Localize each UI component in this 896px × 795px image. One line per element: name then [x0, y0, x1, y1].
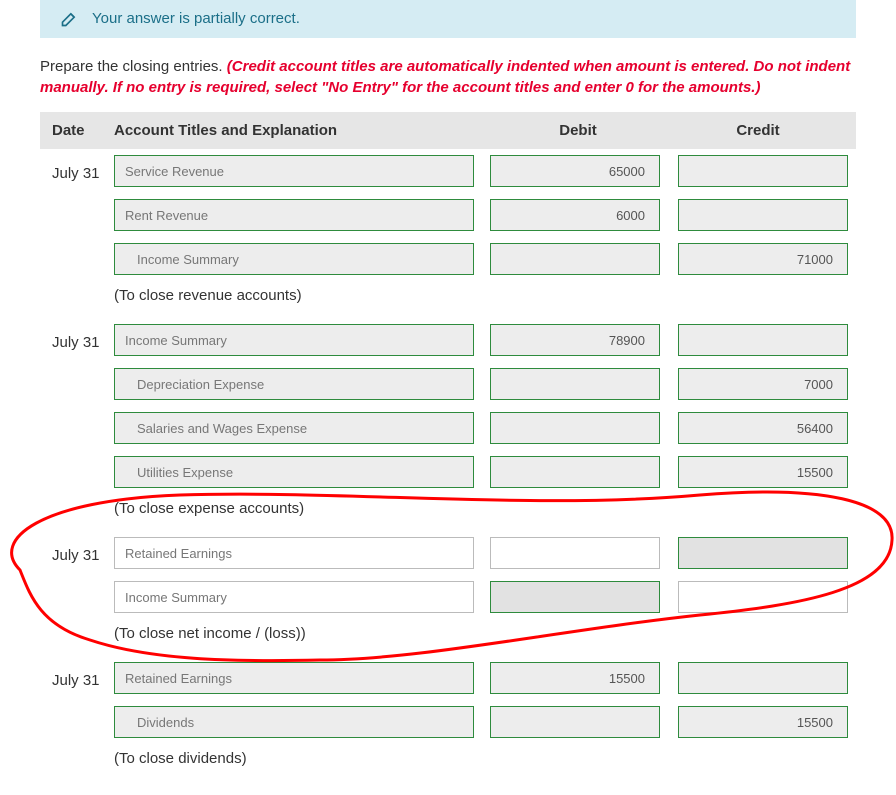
account-title-input[interactable]: Income Summary	[114, 581, 474, 613]
entry-description: (To close net income / (loss))	[40, 619, 856, 656]
account-title-input[interactable]: Utilities Expense	[114, 456, 474, 488]
credit-input[interactable]: 71000	[678, 243, 848, 275]
entry-row: Utilities Expense 15500	[40, 450, 856, 494]
entry-row: July 31Income Summary 78900	[40, 318, 856, 362]
debit-input[interactable]: 15500	[490, 662, 660, 694]
debit-input[interactable]	[490, 706, 660, 738]
credit-input[interactable]	[678, 155, 848, 187]
credit-input[interactable]	[678, 581, 848, 613]
credit-input[interactable]	[678, 537, 848, 569]
account-title-input[interactable]: Income Summary	[114, 243, 474, 275]
credit-input[interactable]	[678, 662, 848, 694]
credit-input[interactable]: 15500	[678, 456, 848, 488]
table-header: Date Account Titles and Explanation Debi…	[40, 112, 856, 149]
entry-row: Dividends 15500	[40, 700, 856, 744]
instructions: Prepare the closing entries. (Credit acc…	[0, 56, 896, 112]
date-cell: July 31	[48, 161, 114, 182]
header-date: Date	[48, 122, 114, 139]
credit-input[interactable]	[678, 199, 848, 231]
credit-input[interactable]: 15500	[678, 706, 848, 738]
debit-input[interactable]	[490, 456, 660, 488]
instructions-lead: Prepare the closing entries.	[40, 58, 227, 75]
header-debit: Debit	[488, 122, 668, 139]
account-title-input[interactable]: Dividends	[114, 706, 474, 738]
closing-entries-table: Date Account Titles and Explanation Debi…	[40, 112, 856, 781]
account-title-input[interactable]: Depreciation Expense	[114, 368, 474, 400]
debit-input[interactable]: 78900	[490, 324, 660, 356]
account-title-input[interactable]: Retained Earnings	[114, 537, 474, 569]
feedback-text: Your answer is partially correct.	[92, 10, 300, 27]
feedback-banner: Your answer is partially correct.	[40, 0, 856, 38]
debit-input[interactable]	[490, 368, 660, 400]
entry-row: Income Summary	[40, 575, 856, 619]
entry-row: July 31Service Revenue 65000	[40, 149, 856, 193]
date-cell: July 31	[48, 668, 114, 689]
entry-description: (To close revenue accounts)	[40, 281, 856, 318]
pencil-icon	[60, 8, 80, 28]
debit-input[interactable]	[490, 581, 660, 613]
debit-input[interactable]	[490, 537, 660, 569]
date-cell	[48, 382, 114, 386]
date-cell	[48, 213, 114, 217]
debit-input[interactable]	[490, 243, 660, 275]
date-cell	[48, 470, 114, 474]
entry-row: July 31Retained Earnings 15500	[40, 656, 856, 700]
entry-row: Rent Revenue 6000	[40, 193, 856, 237]
date-cell	[48, 257, 114, 261]
debit-input[interactable]	[490, 412, 660, 444]
date-cell: July 31	[48, 543, 114, 564]
account-title-input[interactable]: Service Revenue	[114, 155, 474, 187]
entry-row: Depreciation Expense 7000	[40, 362, 856, 406]
date-cell	[48, 720, 114, 724]
date-cell: July 31	[48, 330, 114, 351]
account-title-input[interactable]: Income Summary	[114, 324, 474, 356]
entry-row: July 31Retained Earnings	[40, 531, 856, 575]
credit-input[interactable]: 56400	[678, 412, 848, 444]
debit-input[interactable]: 65000	[490, 155, 660, 187]
header-account: Account Titles and Explanation	[114, 122, 488, 139]
date-cell	[48, 595, 114, 599]
entry-description: (To close dividends)	[40, 744, 856, 781]
entry-row: Income Summary 71000	[40, 237, 856, 281]
debit-input[interactable]: 6000	[490, 199, 660, 231]
credit-input[interactable]	[678, 324, 848, 356]
credit-input[interactable]: 7000	[678, 368, 848, 400]
entry-row: Salaries and Wages Expense 56400	[40, 406, 856, 450]
account-title-input[interactable]: Rent Revenue	[114, 199, 474, 231]
account-title-input[interactable]: Retained Earnings	[114, 662, 474, 694]
account-title-input[interactable]: Salaries and Wages Expense	[114, 412, 474, 444]
entry-description: (To close expense accounts)	[40, 494, 856, 531]
header-credit: Credit	[668, 122, 848, 139]
date-cell	[48, 426, 114, 430]
